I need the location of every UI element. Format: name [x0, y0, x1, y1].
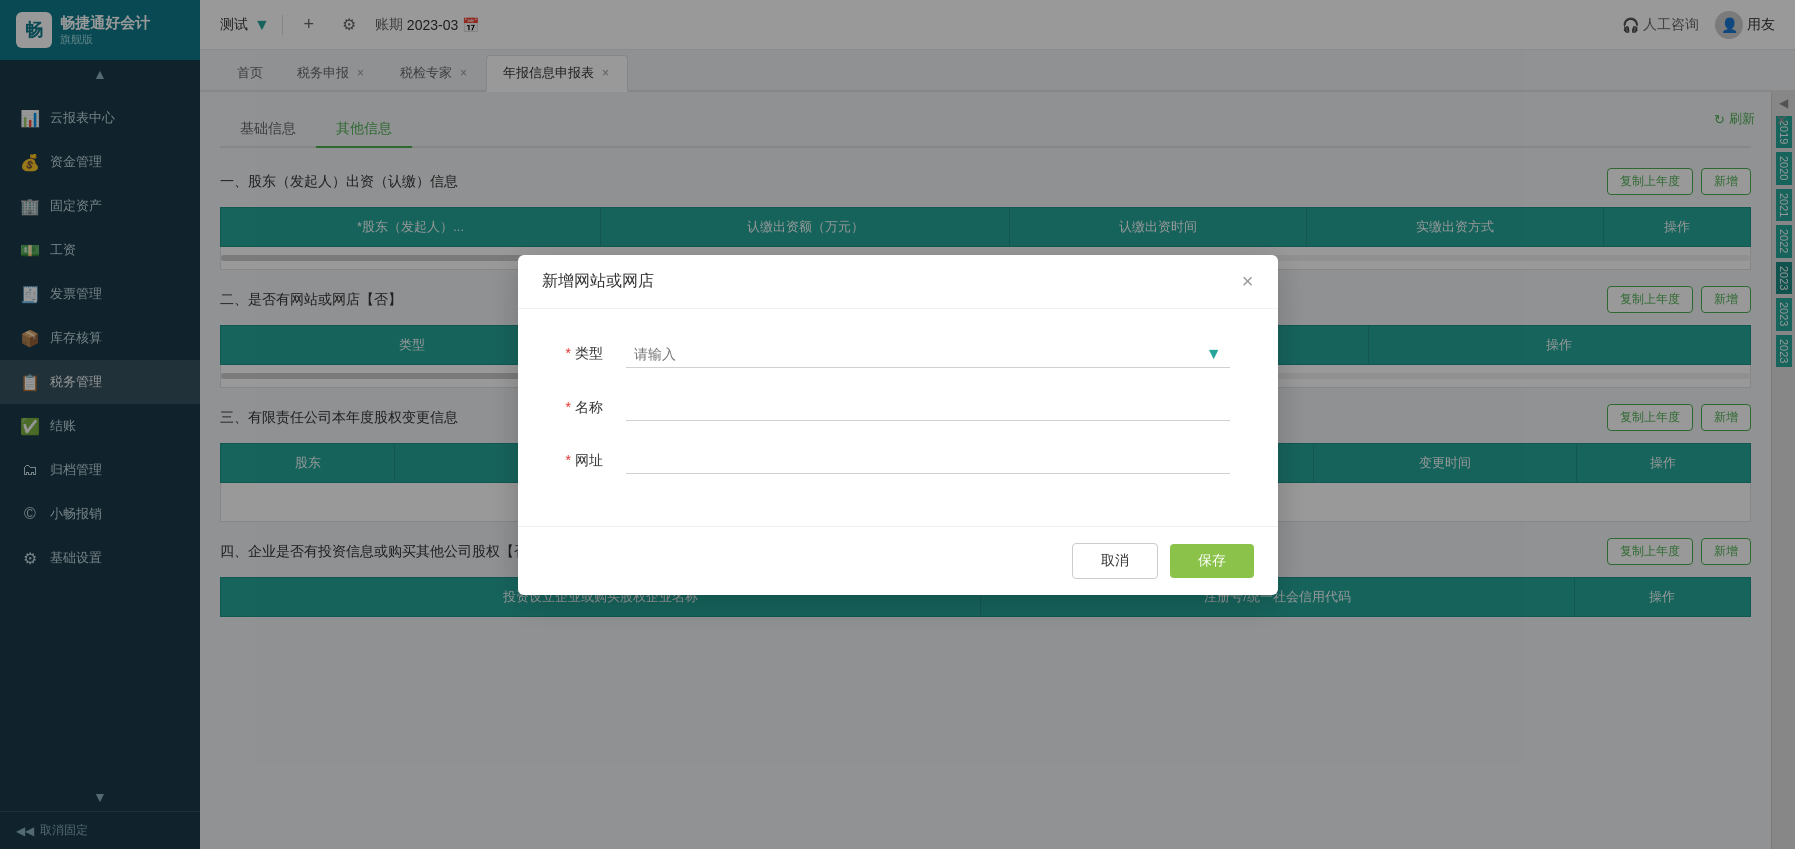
- required-mark: *: [566, 345, 571, 361]
- required-mark: *: [566, 452, 571, 468]
- type-field[interactable]: ▼: [626, 341, 1230, 368]
- url-input[interactable]: [634, 453, 1222, 469]
- form-row-name: * 名称: [566, 396, 1230, 421]
- url-label: * 网址: [566, 452, 626, 470]
- form-row-type: * 类型 ▼: [566, 341, 1230, 368]
- modal-body: * 类型 ▼ * 名称 *: [518, 309, 1278, 526]
- type-dropdown-icon: ▼: [1206, 345, 1222, 363]
- type-input[interactable]: [634, 346, 1206, 362]
- modal-title: 新增网站或网店: [542, 271, 654, 292]
- required-mark: *: [566, 399, 571, 415]
- name-input[interactable]: [634, 400, 1222, 416]
- modal-dialog: 新增网站或网店 × * 类型 ▼ * 名称: [518, 255, 1278, 595]
- form-row-url: * 网址: [566, 449, 1230, 474]
- name-field[interactable]: [626, 396, 1230, 421]
- modal-overlay: 新增网站或网店 × * 类型 ▼ * 名称: [0, 0, 1795, 849]
- modal-header: 新增网站或网店 ×: [518, 255, 1278, 309]
- modal-footer: 取消 保存: [518, 526, 1278, 595]
- type-label: * 类型: [566, 345, 626, 363]
- url-field[interactable]: [626, 449, 1230, 474]
- modal-close-btn[interactable]: ×: [1242, 271, 1254, 291]
- save-button[interactable]: 保存: [1170, 544, 1254, 578]
- cancel-button[interactable]: 取消: [1072, 543, 1158, 579]
- name-label: * 名称: [566, 399, 626, 417]
